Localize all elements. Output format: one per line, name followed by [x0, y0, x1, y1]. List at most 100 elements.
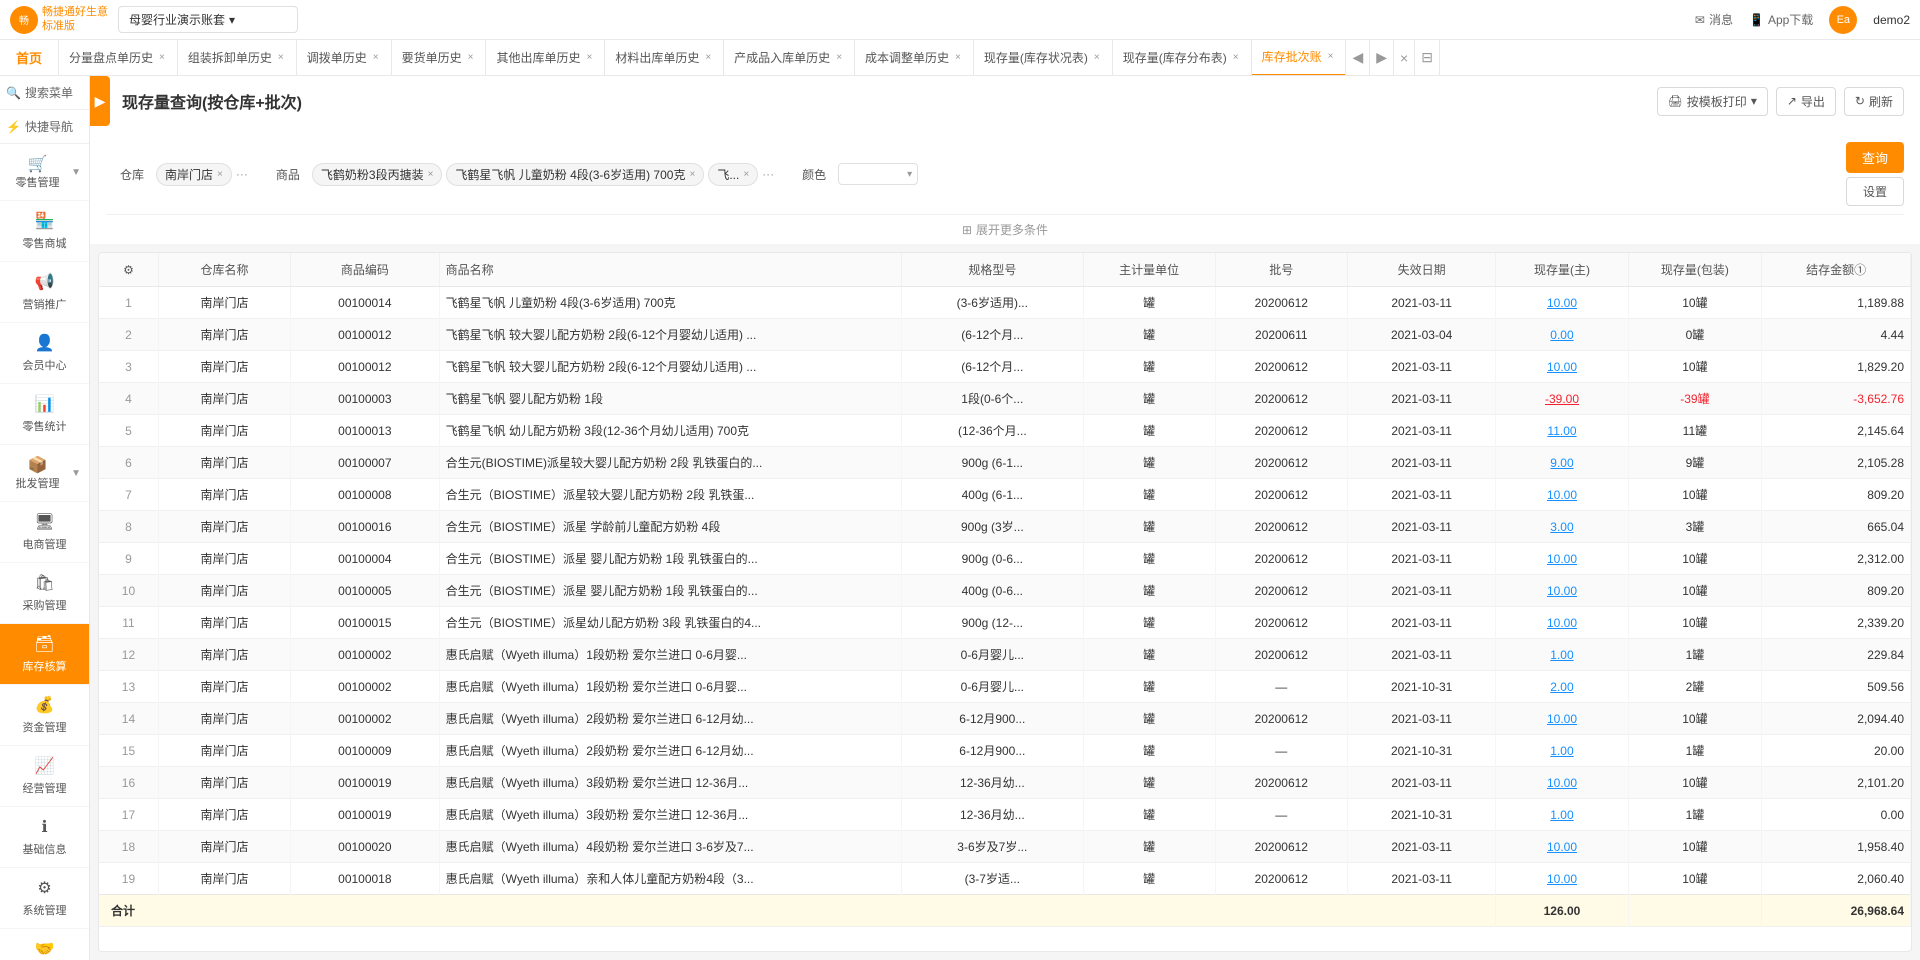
row-index: 14 [99, 703, 158, 735]
message-btn[interactable]: ✉ 消息 [1695, 11, 1733, 28]
tab-menu-btn[interactable]: ⊟ [1415, 40, 1440, 76]
table-row: 16 南岸门店 00100019 惠氏启赋（Wyeth illuma）3段奶粉 … [99, 767, 1911, 799]
row-warehouse: 南岸门店 [158, 575, 290, 607]
warehouse-tag[interactable]: 南岸门店 × [156, 163, 232, 186]
tag-close-icon[interactable]: × [428, 169, 434, 180]
row-stock-main[interactable]: 10.00 [1496, 767, 1628, 799]
sidebar-item-operations[interactable]: 📈 经营管理 [0, 746, 89, 807]
tab-close-icon[interactable]: × [1092, 50, 1102, 65]
tab-close-icon[interactable]: × [466, 50, 476, 65]
row-warehouse: 南岸门店 [158, 671, 290, 703]
tab-prev-btn[interactable]: ◀ [1346, 40, 1370, 76]
expand-more-btn[interactable]: ⊞ 展开更多条件 [962, 221, 1048, 238]
row-stock-main[interactable]: 10.00 [1496, 607, 1628, 639]
product-more-btn[interactable]: ··· [762, 167, 774, 181]
row-stock-main[interactable]: 10.00 [1496, 863, 1628, 895]
row-stock-main[interactable]: 10.00 [1496, 831, 1628, 863]
row-stock-main[interactable]: 10.00 [1496, 703, 1628, 735]
tab-next-btn[interactable]: ▶ [1370, 40, 1394, 76]
sidebar-item-retail-mgmt[interactable]: 🛒 零售管理 ▼ [0, 144, 89, 201]
tab-fen-liang[interactable]: 分量盘点单历史 × [59, 40, 178, 76]
tab-yao-huo[interactable]: 要货单历史 × [392, 40, 487, 76]
warehouse-more-btn[interactable]: ··· [236, 167, 248, 181]
row-stock-main[interactable]: 10.00 [1496, 575, 1628, 607]
sidebar-item-wholesale[interactable]: 📦 批发管理 ▼ [0, 445, 89, 502]
row-stock-main[interactable]: 3.00 [1496, 511, 1628, 543]
sidebar-item-inventory[interactable]: 🗃 库存核算 [0, 624, 89, 685]
product-tag-1[interactable]: 飞鹤奶粉3段丙搪装 × [312, 163, 443, 186]
sidebar-item-purchase[interactable]: 🛍 采购管理 [0, 563, 89, 624]
sidebar-item-finance[interactable]: 💰 资金管理 [0, 685, 89, 746]
settings-btn[interactable]: 设置 [1846, 177, 1904, 206]
row-stock-main[interactable]: 1.00 [1496, 735, 1628, 767]
tag-close-icon[interactable]: × [743, 169, 749, 180]
tab-close-icon[interactable]: × [834, 50, 844, 65]
tab-close-icon[interactable]: × [371, 50, 381, 65]
row-stock-main[interactable]: 1.00 [1496, 639, 1628, 671]
tab-home[interactable]: 首页 [0, 40, 59, 76]
sidebar-expand-btn[interactable]: ▶ [90, 76, 110, 126]
tab-chan-cheng[interactable]: 产成品入库单历史 × [724, 40, 855, 76]
product-tag-3[interactable]: 飞... × [708, 163, 758, 186]
tag-close-icon[interactable]: × [217, 169, 223, 180]
query-btn[interactable]: 查询 [1846, 142, 1904, 173]
sidebar-item-retail-stats[interactable]: 📊 零售统计 [0, 384, 89, 445]
row-stock-main[interactable]: 10.00 [1496, 543, 1628, 575]
row-stock-main[interactable]: 11.00 [1496, 415, 1628, 447]
row-stock-main[interactable]: -39.00 [1496, 383, 1628, 415]
tab-close-icon[interactable]: × [584, 50, 594, 65]
sidebar-item-member[interactable]: 👤 会员中心 [0, 323, 89, 384]
refresh-btn[interactable]: ↻ 刷新 [1844, 87, 1904, 116]
row-index: 6 [99, 447, 158, 479]
row-stock-main[interactable]: 10.00 [1496, 287, 1628, 319]
tab-qi-ta-chu[interactable]: 其他出库单历史 × [486, 40, 605, 76]
retail-mgmt-icon: 🛒 [28, 154, 48, 174]
th-settings[interactable]: ⚙ [99, 253, 158, 287]
sidebar-quick-nav[interactable]: ⚡ 快捷导航 [0, 110, 89, 144]
tab-close-icon[interactable]: × [157, 50, 167, 65]
table-row: 12 南岸门店 00100002 惠氏启赋（Wyeth illuma）1段奶粉 … [99, 639, 1911, 671]
tab-cai-liao[interactable]: 材料出库单历史 × [605, 40, 724, 76]
row-stock-main[interactable]: 9.00 [1496, 447, 1628, 479]
tab-close-icon[interactable]: × [703, 50, 713, 65]
row-name: 惠氏启赋（Wyeth illuma）3段奶粉 爱尔兰进口 12-36月... [439, 767, 901, 799]
user-name[interactable]: demo2 [1873, 13, 1910, 27]
sidebar-item-ecommerce[interactable]: 🖥 电商管理 [0, 502, 89, 563]
tab-close-icon[interactable]: × [1326, 49, 1336, 64]
tab-close-icon[interactable]: × [1231, 50, 1241, 65]
tab-close-icon[interactable]: × [276, 50, 286, 65]
row-batch: 20200612 [1215, 383, 1347, 415]
export-btn[interactable]: ↗ 导出 [1776, 87, 1836, 116]
tab-zu-zhuang[interactable]: 组装拆卸单历史 × [178, 40, 297, 76]
tab-xian-cun-dist[interactable]: 现存量(库存分布表) × [1113, 40, 1252, 76]
row-stock-main[interactable]: 10.00 [1496, 479, 1628, 511]
color-select[interactable] [838, 163, 918, 185]
tab-close-all-btn[interactable]: × [1394, 40, 1415, 76]
row-stock-main[interactable]: 10.00 [1496, 351, 1628, 383]
row-stock-main[interactable]: 0.00 [1496, 319, 1628, 351]
row-name: 合生元（BIOSTIME）派星 婴儿配方奶粉 1段 乳铁蛋白的... [439, 575, 901, 607]
sidebar-item-marketing[interactable]: 📢 营销推广 [0, 262, 89, 323]
app-download-btn[interactable]: 📱 App下载 [1749, 11, 1813, 28]
sidebar-item-retail-mall[interactable]: 🏪 零售商城 [0, 201, 89, 262]
tab-cheng-ben[interactable]: 成本调整单历史 × [855, 40, 974, 76]
template-print-btn[interactable]: 🖨 按模板打印 ▾ [1657, 87, 1768, 116]
quick-icon: ⚡ [6, 120, 21, 134]
tab-xian-cun-status[interactable]: 现存量(库存状况表) × [974, 40, 1113, 76]
tab-diao-bo[interactable]: 调拨单历史 × [297, 40, 392, 76]
row-stock-main[interactable]: 1.00 [1496, 799, 1628, 831]
sidebar-search[interactable]: 🔍 搜索菜单 [0, 76, 89, 110]
row-stock-main[interactable]: 2.00 [1496, 671, 1628, 703]
product-tag-2[interactable]: 飞鹤星飞帆 儿童奶粉 4段(3-6岁适用) 700克 × [446, 163, 704, 186]
row-balance: 1,189.88 [1762, 287, 1911, 319]
tab-ku-cun-batch[interactable]: 库存批次账 × [1252, 40, 1347, 76]
sidebar-item-basic-info[interactable]: ℹ 基础信息 [0, 807, 89, 868]
user-avatar[interactable]: Ea [1829, 6, 1857, 34]
sidebar-item-system[interactable]: ⚙ 系统管理 [0, 868, 89, 929]
tag-close-icon[interactable]: × [689, 169, 695, 180]
account-selector[interactable]: 母婴行业演示账套 ▾ [118, 6, 298, 33]
tab-close-icon[interactable]: × [953, 50, 963, 65]
row-spec: 900g (3岁... [902, 511, 1084, 543]
sidebar-item-collab[interactable]: 🤝 企业协同 [0, 929, 89, 960]
row-spec: 1段(0-6个... [902, 383, 1084, 415]
